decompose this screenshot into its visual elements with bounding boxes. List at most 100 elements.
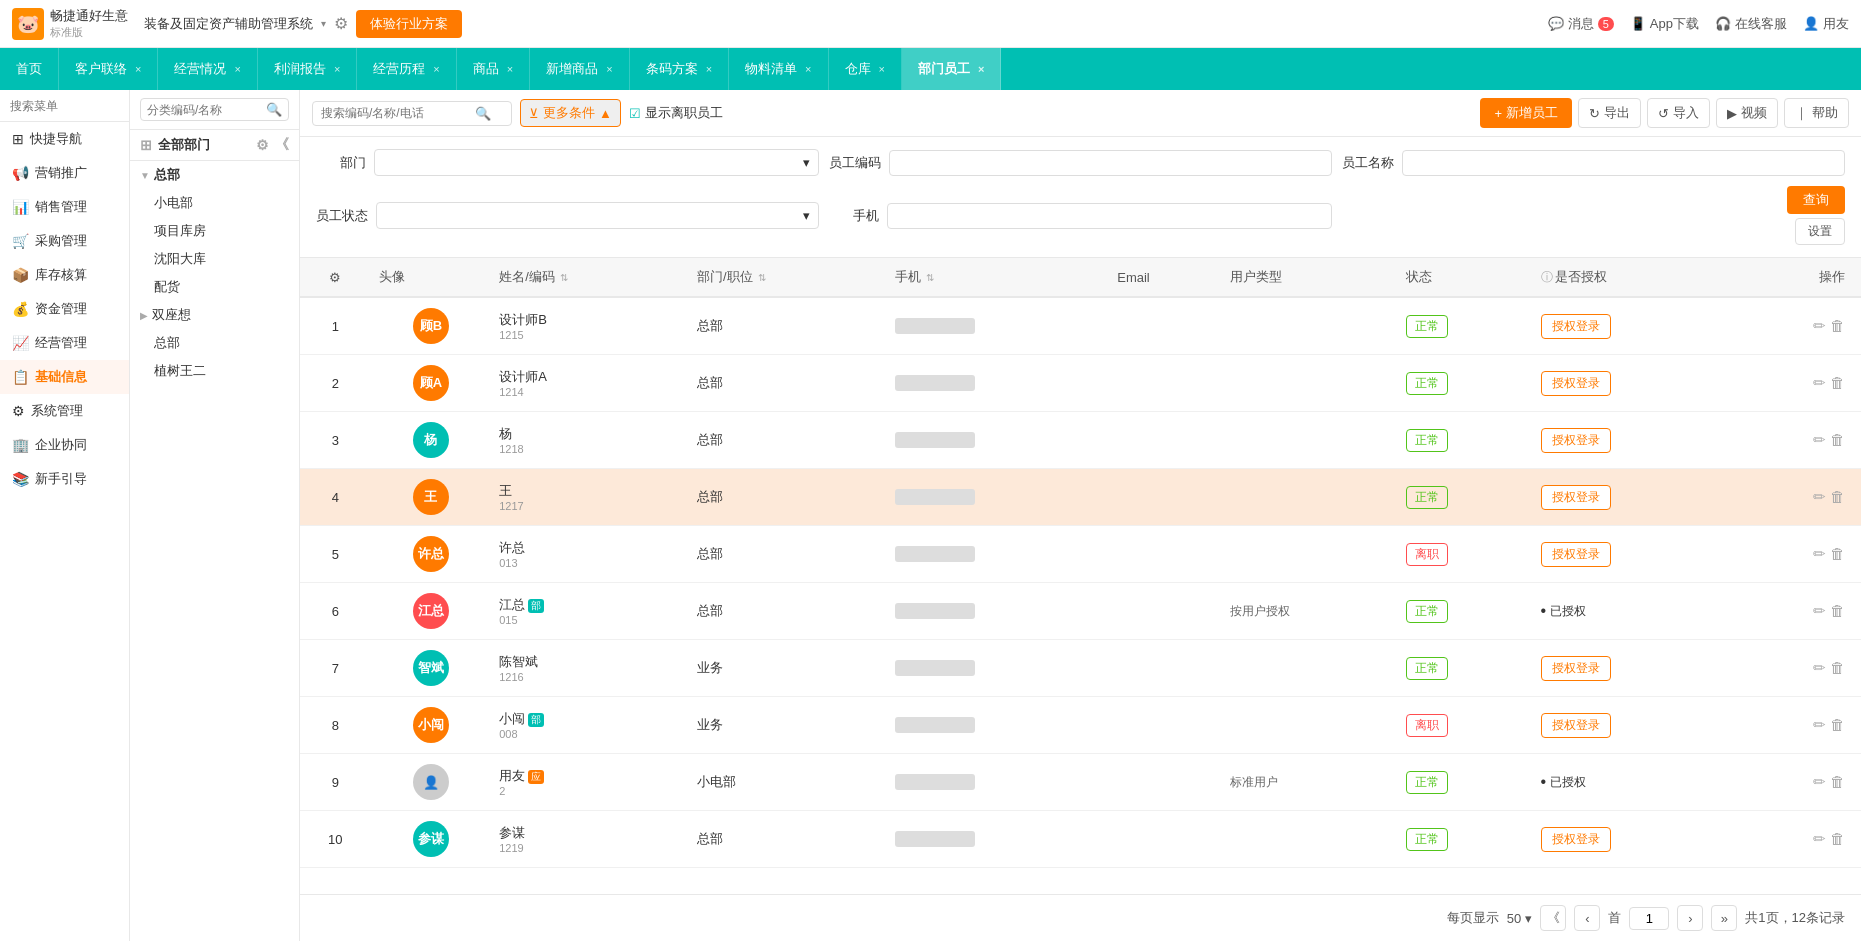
close-tab-bom[interactable]: × [805, 63, 811, 75]
delete-icon[interactable]: 🗑 [1830, 716, 1845, 733]
dept-tree-item-project[interactable]: 项目库房 [130, 217, 299, 245]
edit-icon[interactable]: ✏ [1813, 602, 1826, 619]
close-tab-warehouse[interactable]: × [879, 63, 885, 75]
filter-dept-input[interactable]: ▾ [374, 149, 819, 176]
dept-tree-item-hq-group[interactable]: ▼ 总部 [130, 161, 299, 189]
page-prev-btn[interactable]: ‹ [1574, 905, 1600, 931]
dept-tree-item-shuangzuo[interactable]: ▶ 双座想 [130, 301, 299, 329]
filter-empcode-input[interactable] [889, 150, 1332, 176]
close-tab-customer[interactable]: × [135, 63, 141, 75]
filter-settings-btn[interactable]: 设置 [1795, 218, 1845, 245]
page-first-btn[interactable]: 《 [1540, 905, 1566, 931]
sidebar-item-corp[interactable]: 🏢 企业协同 [0, 428, 129, 462]
export-btn[interactable]: ↻ 导出 [1578, 98, 1641, 128]
delete-icon[interactable]: 🗑 [1830, 488, 1845, 505]
tab-history[interactable]: 经营历程 × [357, 48, 456, 90]
online-service-btn[interactable]: 🎧 在线客服 [1715, 15, 1787, 33]
close-tab-goods[interactable]: × [507, 63, 513, 75]
edit-icon[interactable]: ✏ [1813, 716, 1826, 733]
dept-tree-item-dispatch[interactable]: 配货 [130, 273, 299, 301]
page-input[interactable] [1629, 907, 1669, 930]
delete-icon[interactable]: 🗑 [1830, 602, 1845, 619]
dept-collapse-icon[interactable]: 《 [275, 136, 289, 154]
delete-icon[interactable]: 🗑 [1830, 830, 1845, 847]
close-tab-barcode[interactable]: × [706, 63, 712, 75]
delete-icon[interactable]: 🗑 [1830, 545, 1845, 562]
settings-icon[interactable]: ⚙ [334, 14, 348, 33]
col-dept[interactable]: 部门/职位 ⇅ [689, 258, 887, 297]
tab-operations[interactable]: 经营情况 × [158, 48, 257, 90]
page-last-btn[interactable]: » [1711, 905, 1737, 931]
edit-icon[interactable]: ✏ [1813, 374, 1826, 391]
edit-icon[interactable]: ✏ [1813, 431, 1826, 448]
close-tab-employees[interactable]: × [978, 63, 984, 75]
filter-status-input[interactable]: ▾ [376, 202, 819, 229]
sidebar-item-guide[interactable]: 📚 新手引导 [0, 462, 129, 496]
show-resigned-checkbox[interactable]: ☑ [629, 106, 641, 121]
dept-settings-icon[interactable]: ⚙ [256, 137, 269, 153]
tab-customer[interactable]: 客户联络 × [59, 48, 158, 90]
emp-status-input[interactable] [385, 209, 803, 223]
close-tab-add-goods[interactable]: × [606, 63, 612, 75]
close-tab-history[interactable]: × [433, 63, 439, 75]
auth-btn[interactable]: 授权登录 [1541, 485, 1611, 510]
tab-goods[interactable]: 商品 × [457, 48, 530, 90]
auth-btn[interactable]: 授权登录 [1541, 827, 1611, 852]
sidebar-item-marketing[interactable]: 📢 营销推广 [0, 156, 129, 190]
dept-tree-item-shenyang[interactable]: 沈阳大库 [130, 245, 299, 273]
filter-empname-input[interactable] [1402, 150, 1845, 176]
tab-profit[interactable]: 利润报告 × [258, 48, 357, 90]
page-size-selector[interactable]: 50 ▾ [1507, 911, 1532, 926]
sidebar-search-input[interactable] [10, 99, 130, 113]
view-btn[interactable]: ▶ 视频 [1716, 98, 1778, 128]
page-next-btn[interactable]: › [1677, 905, 1703, 931]
delete-icon[interactable]: 🗑 [1830, 773, 1845, 790]
sidebar-item-inventory[interactable]: 📦 库存核算 [0, 258, 129, 292]
sidebar-item-ops[interactable]: 📈 经营管理 [0, 326, 129, 360]
edit-icon[interactable]: ✏ [1813, 830, 1826, 847]
dept-tree-item-zhishu[interactable]: 植树王二 [130, 357, 299, 385]
tab-barcode[interactable]: 条码方案 × [630, 48, 729, 90]
emp-code-input[interactable] [898, 156, 1323, 170]
tab-home[interactable]: 首页 [0, 48, 59, 90]
edit-icon[interactable]: ✏ [1813, 773, 1826, 790]
filter-more-btn[interactable]: ⊻ 更多条件 ▲ [520, 99, 621, 127]
tab-warehouse[interactable]: 仓库 × [829, 48, 902, 90]
dept-tree-item-xdb[interactable]: 小电部 [130, 189, 299, 217]
help-btn[interactable]: ｜ 帮助 [1784, 98, 1849, 128]
auth-btn[interactable]: 授权登录 [1541, 428, 1611, 453]
close-tab-profit[interactable]: × [334, 63, 340, 75]
col-name-code[interactable]: 姓名/编码 ⇅ [491, 258, 689, 297]
delete-icon[interactable]: 🗑 [1830, 659, 1845, 676]
tab-bom[interactable]: 物料清单 × [729, 48, 828, 90]
query-btn[interactable]: 查询 [1787, 186, 1845, 214]
add-employee-btn[interactable]: + 新增员工 [1480, 98, 1572, 128]
dept-tree-item-hq[interactable]: 总部 [130, 329, 299, 357]
dept-filter-input[interactable] [383, 156, 803, 170]
edit-icon[interactable]: ✏ [1813, 488, 1826, 505]
sidebar-item-finance[interactable]: 💰 资金管理 [0, 292, 129, 326]
tab-employees[interactable]: 部门员工 × [902, 48, 1001, 90]
emp-name-input[interactable] [1411, 156, 1836, 170]
sidebar-item-sales[interactable]: 📊 销售管理 [0, 190, 129, 224]
import-btn[interactable]: ↺ 导入 [1647, 98, 1710, 128]
close-tab-ops[interactable]: × [234, 63, 240, 75]
sidebar-item-purchase[interactable]: 🛒 采购管理 [0, 224, 129, 258]
edit-icon[interactable]: ✏ [1813, 659, 1826, 676]
delete-icon[interactable]: 🗑 [1830, 431, 1845, 448]
sidebar-item-quick-nav[interactable]: ⊞ 快捷导航 [0, 122, 129, 156]
dept-search-input[interactable] [147, 103, 262, 117]
auth-btn[interactable]: 授权登录 [1541, 656, 1611, 681]
delete-icon[interactable]: 🗑 [1830, 374, 1845, 391]
experience-btn[interactable]: 体验行业方案 [356, 10, 462, 38]
system-dropdown-arrow[interactable]: ▾ [321, 18, 326, 29]
edit-icon[interactable]: ✏ [1813, 545, 1826, 562]
sidebar-item-system[interactable]: ⚙ 系统管理 [0, 394, 129, 428]
phone-input[interactable] [896, 209, 1323, 223]
auth-btn[interactable]: 授权登录 [1541, 371, 1611, 396]
auth-btn[interactable]: 授权登录 [1541, 542, 1611, 567]
sidebar-item-basic-info[interactable]: 📋 基础信息 [0, 360, 129, 394]
delete-icon[interactable]: 🗑 [1830, 317, 1845, 334]
auth-btn[interactable]: 授权登录 [1541, 314, 1611, 339]
filter-phone-input[interactable] [887, 203, 1332, 229]
